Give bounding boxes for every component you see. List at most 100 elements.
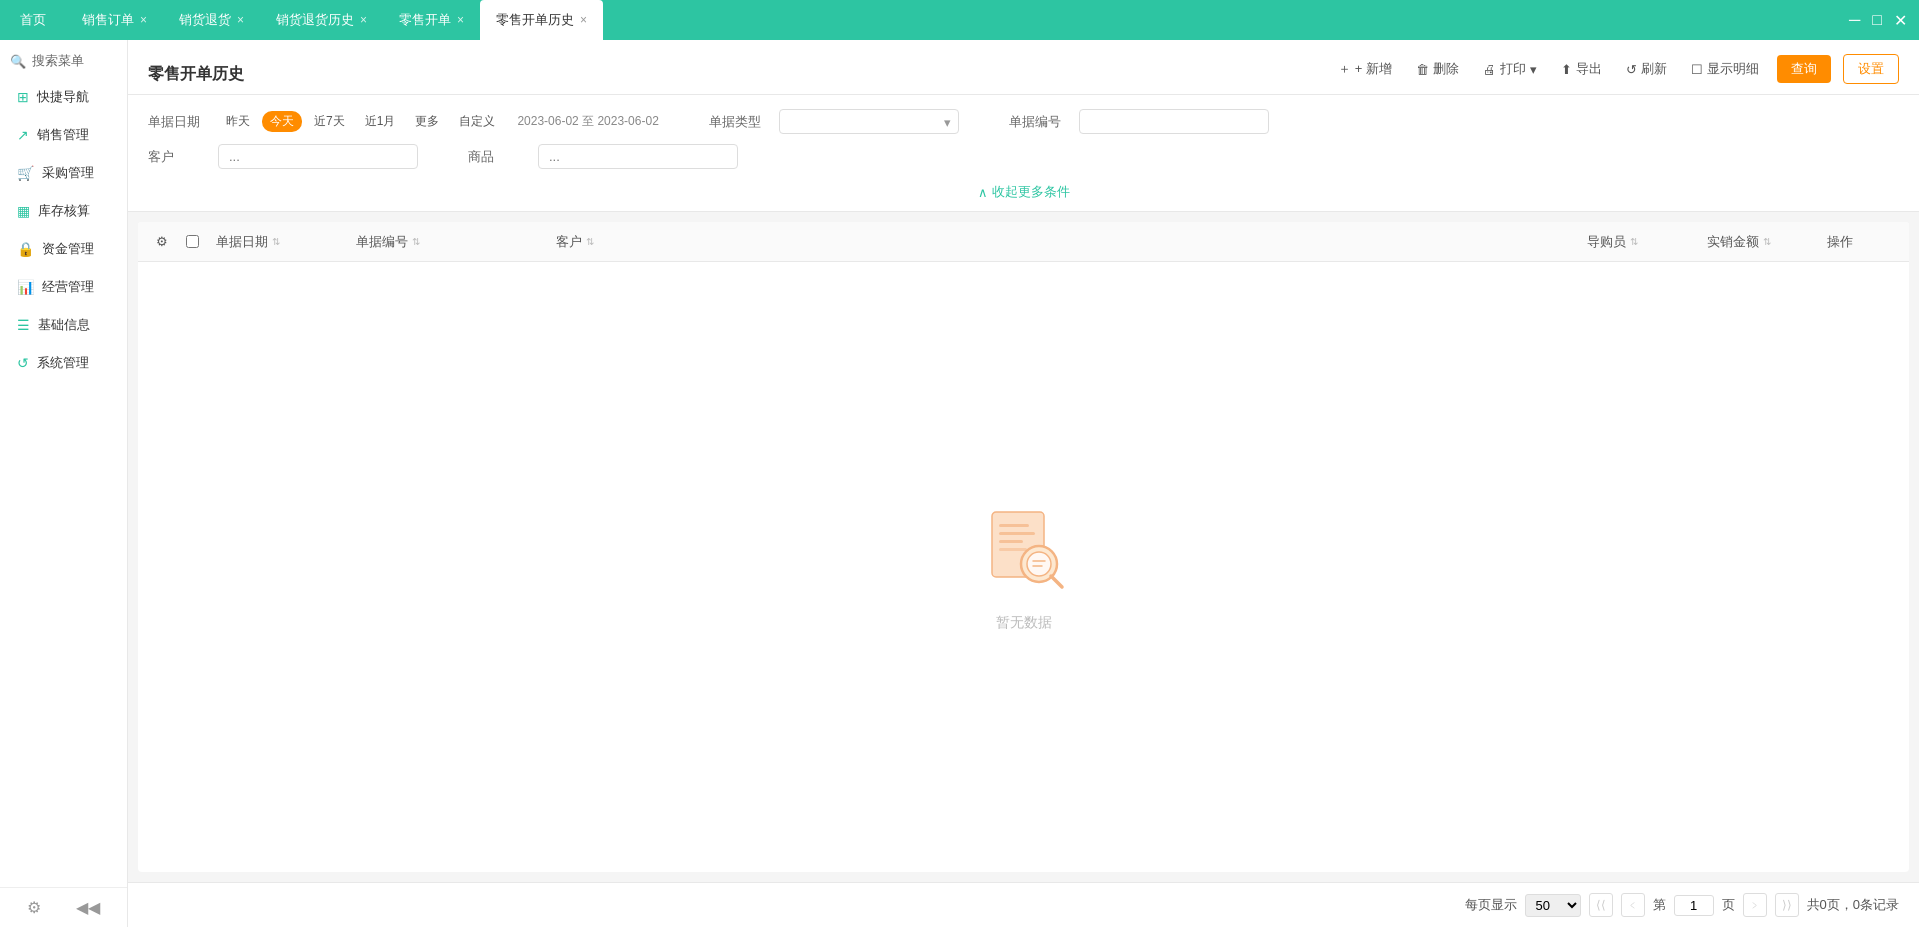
- sidebar-search-label: 搜索菜单: [32, 52, 84, 70]
- minimize-icon[interactable]: ─: [1849, 11, 1860, 29]
- export-label: 导出: [1576, 60, 1602, 78]
- sys-mgmt-icon: ↺: [17, 355, 29, 371]
- th-settings[interactable]: ⚙: [148, 234, 178, 249]
- date-options: 昨天 今天 近7天 近1月 更多 自定义: [218, 111, 503, 132]
- svg-rect-2: [999, 532, 1035, 535]
- tab-sales-return[interactable]: 销货退货 ×: [163, 0, 260, 40]
- sidebar-item-sys-mgmt-label: 系统管理: [37, 354, 89, 372]
- th-amount[interactable]: 实销金额 ⇅: [1699, 233, 1819, 251]
- close-retail-order-history-icon[interactable]: ×: [580, 13, 587, 27]
- settings-button[interactable]: 设置: [1843, 54, 1899, 84]
- table-header: ⚙ 单据日期 ⇅ 单据编号 ⇅ 客户 ⇅ 导购员: [138, 222, 1909, 262]
- delete-button[interactable]: 🗑 删除: [1410, 56, 1465, 82]
- date-opt-yesterday[interactable]: 昨天: [218, 111, 258, 132]
- svg-point-6: [1027, 552, 1051, 576]
- table-area: ⚙ 单据日期 ⇅ 单据编号 ⇅ 客户 ⇅ 导购员: [138, 222, 1909, 872]
- collapse-btn[interactable]: ∧ 收起更多条件: [978, 183, 1070, 201]
- close-window-icon[interactable]: ✕: [1894, 11, 1907, 30]
- search-icon: 🔍: [10, 54, 26, 69]
- sidebar-collapse-icon[interactable]: ◀◀: [76, 898, 100, 917]
- date-label: 单据日期: [148, 113, 208, 131]
- purchase-mgmt-icon: 🛒: [17, 165, 34, 181]
- svg-line-7: [1051, 576, 1062, 587]
- close-sales-order-icon[interactable]: ×: [140, 13, 147, 27]
- sidebar-search[interactable]: 🔍 搜索菜单: [0, 40, 127, 78]
- page-next-btn[interactable]: ﹥: [1743, 893, 1767, 917]
- add-button[interactable]: ＋ + 新增: [1332, 56, 1398, 82]
- sales-mgmt-icon: ↗: [17, 127, 29, 143]
- print-icon: 🖨: [1483, 62, 1496, 77]
- column-settings-icon[interactable]: ⚙: [156, 234, 168, 249]
- sidebar-item-operation-mgmt[interactable]: 📊 经营管理: [0, 268, 127, 306]
- add-label: + 新增: [1355, 60, 1392, 78]
- date-opt-7days[interactable]: 近7天: [306, 111, 353, 132]
- sidebar-item-basic-info[interactable]: ☰ 基础信息: [0, 306, 127, 344]
- print-dropdown-icon: ▾: [1530, 62, 1537, 77]
- customer-input[interactable]: [218, 144, 418, 169]
- sidebar-item-finance[interactable]: 🔒 资金管理: [0, 230, 127, 268]
- sidebar-item-sys-mgmt[interactable]: ↺ 系统管理: [0, 344, 127, 382]
- sidebar-settings-icon[interactable]: ⚙: [27, 898, 41, 917]
- tab-retail-order-label: 零售开单: [399, 11, 451, 29]
- th-customer-label: 客户: [556, 233, 582, 251]
- page-suffix-label: 页: [1722, 896, 1735, 914]
- th-number[interactable]: 单据编号 ⇅: [348, 233, 548, 251]
- sidebar-item-inventory-label: 库存核算: [38, 202, 90, 220]
- tab-retail-order[interactable]: 零售开单 ×: [383, 0, 480, 40]
- goods-label: 商品: [468, 148, 528, 166]
- th-date[interactable]: 单据日期 ⇅: [208, 233, 348, 251]
- collapse-up-icon: ∧: [978, 185, 988, 200]
- sort-date-icon: ⇅: [272, 236, 280, 247]
- sidebar-item-quick-nav[interactable]: ⊞ 快捷导航: [0, 78, 127, 116]
- doc-num-input[interactable]: [1079, 109, 1269, 134]
- export-button[interactable]: ⬆ 导出: [1555, 56, 1608, 82]
- tab-sales-return-history[interactable]: 销货退货历史 ×: [260, 0, 383, 40]
- date-opt-more[interactable]: 更多: [407, 111, 447, 132]
- display-button[interactable]: ☐ 显示明细: [1685, 56, 1765, 82]
- th-amount-label: 实销金额: [1707, 233, 1759, 251]
- basic-info-icon: ☰: [17, 317, 30, 333]
- tab-home[interactable]: 首页: [0, 0, 66, 40]
- doc-type-label: 单据类型: [709, 113, 769, 131]
- maximize-icon[interactable]: □: [1872, 11, 1882, 29]
- settings-label: 设置: [1858, 60, 1884, 78]
- per-page-select[interactable]: 50 100 200: [1525, 894, 1581, 917]
- sidebar-item-purchase-mgmt[interactable]: 🛒 采购管理: [0, 154, 127, 192]
- page-first-btn[interactable]: ⟨⟨: [1589, 893, 1613, 917]
- print-label: 打印: [1500, 60, 1526, 78]
- svg-rect-4: [999, 548, 1027, 551]
- close-retail-order-icon[interactable]: ×: [457, 13, 464, 27]
- doc-num-label: 单据编号: [1009, 113, 1069, 131]
- print-button[interactable]: 🖨 打印 ▾: [1477, 56, 1543, 82]
- refresh-button[interactable]: ↺ 刷新: [1620, 56, 1673, 82]
- query-button[interactable]: 查询: [1777, 55, 1831, 83]
- tab-retail-order-history[interactable]: 零售开单历史 ×: [480, 0, 603, 40]
- sidebar-item-sales-mgmt[interactable]: ↗ 销售管理: [0, 116, 127, 154]
- page-prev-btn[interactable]: ﹤: [1621, 893, 1645, 917]
- th-number-label: 单据编号: [356, 233, 408, 251]
- th-checkbox[interactable]: [178, 235, 208, 248]
- date-opt-today[interactable]: 今天: [262, 111, 302, 132]
- date-opt-custom[interactable]: 自定义: [451, 111, 503, 132]
- page-last-btn[interactable]: ⟩⟩: [1775, 893, 1799, 917]
- tab-retail-order-history-label: 零售开单历史: [496, 11, 574, 29]
- customer-label: 客户: [148, 148, 208, 166]
- th-action: 操作: [1819, 233, 1899, 251]
- tab-sales-order-label: 销售订单: [82, 11, 134, 29]
- delete-icon: 🗑: [1416, 62, 1429, 77]
- filter-area: 单据日期 昨天 今天 近7天 近1月 更多 自定义 2023-06-02 至 2…: [128, 95, 1919, 212]
- tab-sales-order[interactable]: 销售订单 ×: [66, 0, 163, 40]
- select-all-checkbox[interactable]: [186, 235, 199, 248]
- sidebar-item-inventory[interactable]: ▦ 库存核算: [0, 192, 127, 230]
- th-guide[interactable]: 导购员 ⇅: [1579, 233, 1699, 251]
- total-info: 共0页，0条记录: [1807, 896, 1899, 914]
- close-sales-return-history-icon[interactable]: ×: [360, 13, 367, 27]
- page-number-input[interactable]: [1674, 895, 1714, 916]
- goods-input[interactable]: [538, 144, 738, 169]
- close-sales-return-icon[interactable]: ×: [237, 13, 244, 27]
- sidebar-item-finance-label: 资金管理: [42, 240, 94, 258]
- th-customer[interactable]: 客户 ⇅: [548, 233, 1579, 251]
- th-date-label: 单据日期: [216, 233, 268, 251]
- date-opt-1month[interactable]: 近1月: [357, 111, 404, 132]
- doc-type-select[interactable]: [779, 109, 959, 134]
